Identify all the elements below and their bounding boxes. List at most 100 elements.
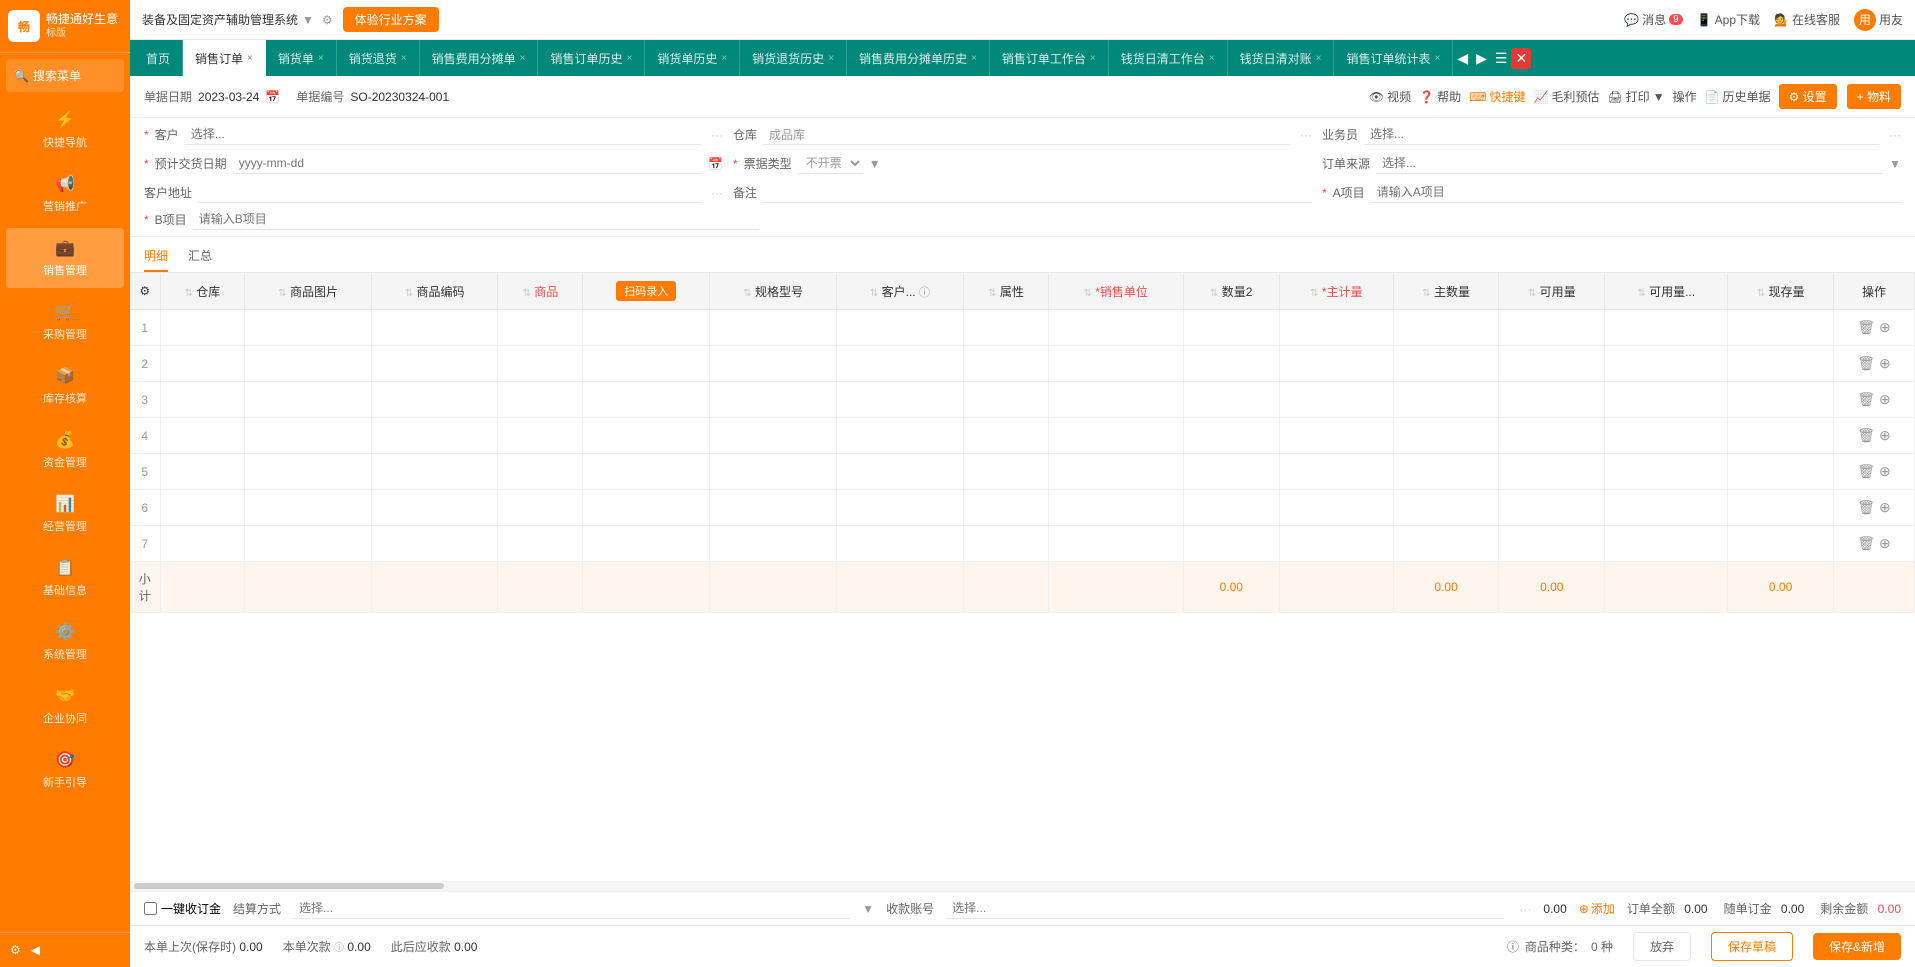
online-service-btn[interactable]: 💁 在线客服 <box>1774 11 1840 28</box>
tab-daily-account[interactable]: 钱货日清对账 × <box>1228 40 1335 76</box>
user-btn[interactable]: 用 用友 <box>1854 9 1903 31</box>
tab-close-history[interactable]: × <box>626 53 632 64</box>
note-input[interactable] <box>763 182 1312 203</box>
add-payment-btn[interactable]: ⊕ 添加 <box>1579 900 1615 917</box>
quick-deposit-checkbox[interactable]: 一键收订金 <box>144 900 221 917</box>
sidebar-search[interactable]: 🔍 搜索菜单 <box>6 59 124 92</box>
tab-sales-return2[interactable]: 销货退货 × <box>337 40 420 76</box>
row-copy-icon[interactable]: ⊕ <box>1879 319 1891 336</box>
sidebar-settings-icon[interactable]: ⚙ <box>10 943 21 957</box>
tab-sales-order[interactable]: 销售订单 × <box>183 40 266 76</box>
dropdown-icon[interactable]: ▼ <box>302 13 314 27</box>
tab-close-sales-return[interactable]: × <box>318 53 324 64</box>
quick-deposit-check[interactable] <box>144 902 157 915</box>
customer-addr-input[interactable] <box>198 182 701 203</box>
sidebar-item-system[interactable]: ⚙️ 系统管理 <box>6 612 124 672</box>
row-copy-icon[interactable]: ⊕ <box>1879 463 1891 480</box>
row-delete-icon[interactable]: 🗑 <box>1857 535 1875 552</box>
discard-button[interactable]: 放弃 <box>1633 932 1691 961</box>
tab-close-workbench[interactable]: × <box>1090 53 1096 64</box>
sidebar-collapse-icon[interactable]: ◀ <box>31 943 40 957</box>
scan-button[interactable]: 扫码录入 <box>616 281 676 301</box>
tab-workbench[interactable]: 销售订单工作台 × <box>990 40 1109 76</box>
tab-expense-history[interactable]: 销售费用分摊单历史 × <box>847 40 990 76</box>
payment-account-input[interactable] <box>946 898 1503 919</box>
sidebar-item-purchase[interactable]: 🛒 采购管理 <box>6 292 124 352</box>
row-copy-icon[interactable]: ⊕ <box>1879 427 1891 444</box>
tab-next-btn[interactable]: ▶ <box>1472 50 1491 67</box>
settings-form-btn[interactable]: ⚙ 设置 <box>1779 84 1837 109</box>
tab-home[interactable]: 首页 <box>134 40 183 76</box>
tab-close-expense[interactable]: × <box>520 53 526 64</box>
scroll-thumb[interactable] <box>134 883 444 889</box>
payment-method-input[interactable] <box>293 898 850 919</box>
app-download-btn[interactable]: 📱 App下载 <box>1697 11 1760 28</box>
row-delete-icon[interactable]: 🗑 <box>1857 499 1875 516</box>
save-button[interactable]: 保存&新增 <box>1813 933 1901 960</box>
delivery-input[interactable] <box>233 153 702 174</box>
tab-close-return-history[interactable]: × <box>828 53 834 64</box>
tab-summary[interactable]: 汇总 <box>188 243 212 272</box>
profit-btn[interactable]: 📈 毛利预估 <box>1533 88 1599 105</box>
b-project-input[interactable] <box>193 209 759 230</box>
sidebar-item-enterprise[interactable]: 🤝 企业协同 <box>6 676 124 736</box>
row-delete-icon[interactable]: 🗑 <box>1857 355 1875 372</box>
salesperson-input[interactable] <box>1364 124 1879 145</box>
order-source-input[interactable] <box>1376 153 1883 174</box>
row-delete-icon[interactable]: 🗑 <box>1857 319 1875 336</box>
settings-icon[interactable]: ⚙ <box>322 13 333 27</box>
sidebar-item-quick[interactable]: ⚡ 快捷导航 <box>6 100 124 160</box>
tab-close-stats[interactable]: × <box>1434 53 1440 64</box>
tab-sales-expense[interactable]: 销售费用分摊单 × <box>420 40 539 76</box>
draft-button[interactable]: 保存草稿 <box>1711 932 1793 961</box>
message-btn[interactable]: 💬 消息 9 <box>1624 11 1683 28</box>
tab-close-return2[interactable]: × <box>401 53 407 64</box>
sidebar-item-finance[interactable]: 💰 资金管理 <box>6 420 124 480</box>
row-copy-icon[interactable]: ⊕ <box>1879 391 1891 408</box>
tab-close-expense-history[interactable]: × <box>971 53 977 64</box>
sidebar-item-guide[interactable]: 🎯 新手引导 <box>6 740 124 800</box>
tab-close-history2[interactable]: × <box>721 53 727 64</box>
col-scan[interactable]: 扫码录入 <box>583 273 710 310</box>
sidebar-item-marketing[interactable]: 📢 营销推广 <box>6 164 124 224</box>
view-btn[interactable]: 👁 视频 <box>1369 88 1411 105</box>
tab-sales-history2[interactable]: 销货单历史 × <box>645 40 740 76</box>
warehouse-input[interactable] <box>763 124 1290 145</box>
row-delete-icon[interactable]: 🗑 <box>1857 463 1875 480</box>
industry-button[interactable]: 体验行业方案 <box>343 7 439 32</box>
row-delete-icon[interactable]: 🗑 <box>1857 391 1875 408</box>
tab-stats[interactable]: 销售订单统计表 × <box>1334 40 1453 76</box>
row-delete-icon[interactable]: 🗑 <box>1857 427 1875 444</box>
calendar-icon[interactable]: 📅 <box>265 90 280 104</box>
sidebar-item-inventory[interactable]: 📦 库存核算 <box>6 356 124 416</box>
tab-daily-clear[interactable]: 钱货日清工作台 × <box>1109 40 1228 76</box>
sidebar-item-sales[interactable]: 💼 销售管理 <box>6 228 124 288</box>
calendar2-icon[interactable]: 📅 <box>708 157 723 171</box>
a-project-input[interactable] <box>1371 182 1901 203</box>
print-btn[interactable]: 🖨 打印 ▼ <box>1607 88 1664 105</box>
tab-sales-return[interactable]: 销货单 × <box>266 40 337 76</box>
invoice-select[interactable]: 不开票 <box>798 153 863 174</box>
tab-detail[interactable]: 明细 <box>144 243 168 272</box>
shortcut-btn[interactable]: ⌨ 快捷键 <box>1469 88 1525 105</box>
row-copy-icon[interactable]: ⊕ <box>1879 355 1891 372</box>
tab-menu-btn[interactable]: ☰ <box>1491 50 1512 67</box>
horizontal-scrollbar[interactable] <box>130 881 1915 891</box>
row-copy-icon[interactable]: ⊕ <box>1879 499 1891 516</box>
tab-close-daily-account[interactable]: × <box>1316 53 1322 64</box>
help-btn[interactable]: ❓ 帮助 <box>1419 88 1461 105</box>
col-settings[interactable]: ⚙ <box>130 273 160 310</box>
tab-sales-history[interactable]: 销售订单历史 × <box>538 40 645 76</box>
tab-close-sales-order[interactable]: × <box>247 53 253 64</box>
tab-prev-btn[interactable]: ◀ <box>1453 50 1472 67</box>
history-btn[interactable]: 📄 历史单据 <box>1705 88 1771 105</box>
sidebar-item-base[interactable]: 📋 基础信息 <box>6 548 124 608</box>
row-copy-icon[interactable]: ⊕ <box>1879 535 1891 552</box>
sidebar-item-operation[interactable]: 📊 经营管理 <box>6 484 124 544</box>
tab-return-history[interactable]: 销货退货历史 × <box>740 40 847 76</box>
operate-btn[interactable]: 操作 <box>1673 88 1697 105</box>
tab-close-all-btn[interactable]: ✕ <box>1511 48 1531 69</box>
add-material-btn[interactable]: + 物料 <box>1847 84 1901 109</box>
tab-close-daily-clear[interactable]: × <box>1209 53 1215 64</box>
customer-input[interactable] <box>185 124 701 145</box>
